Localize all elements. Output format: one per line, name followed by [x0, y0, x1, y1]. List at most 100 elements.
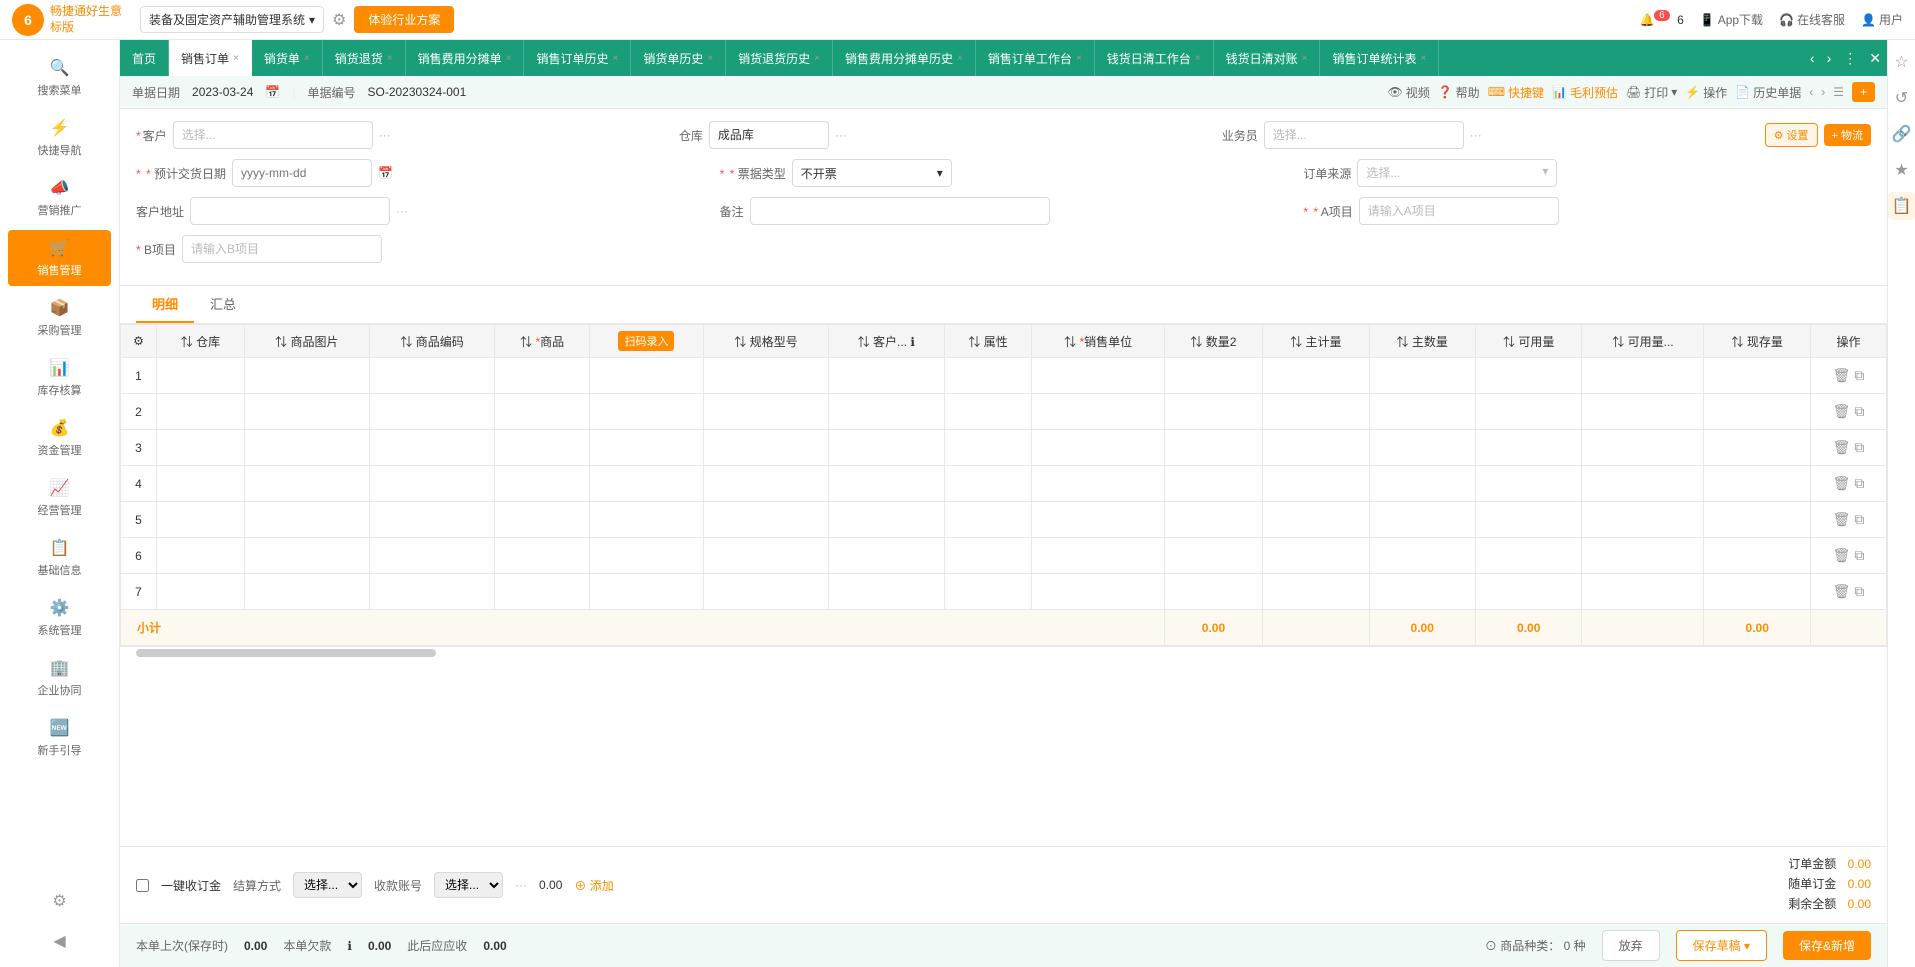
copy-icon[interactable]: ⧉ — [1854, 511, 1864, 528]
close-icon[interactable]: × — [304, 53, 310, 64]
online-service-btn[interactable]: 🎧 在线客服 — [1779, 11, 1845, 28]
customer-addr-input[interactable] — [190, 197, 390, 225]
right-panel-icon-4[interactable]: ★ — [1890, 156, 1912, 184]
tab-detail[interactable]: 明细 — [136, 286, 194, 323]
warehouse-more-icon[interactable]: ··· — [835, 128, 847, 142]
settlement-select[interactable]: 选择... — [293, 872, 362, 898]
salesman-input[interactable]: 选择... — [1264, 121, 1464, 149]
sidebar-item-nav[interactable]: ⚡ 快捷导航 — [8, 110, 111, 166]
remark-input[interactable] — [750, 197, 1050, 225]
sidebar-item-enterprise[interactable]: 🏢 企业协同 — [8, 650, 111, 706]
abandon-button[interactable]: 放弃 — [1602, 930, 1660, 961]
account-select[interactable]: 选择... — [434, 872, 503, 898]
sidebar-item-sales[interactable]: 🛒 销售管理 — [8, 230, 111, 286]
notification-area[interactable]: 🔔 6 6 — [1640, 13, 1684, 27]
customer-more-icon[interactable]: ··· — [379, 128, 391, 142]
operations-btn[interactable]: ⚡ 操作 — [1685, 84, 1727, 101]
preview-btn[interactable]: 👁 视频 — [1387, 84, 1429, 101]
addr-more-icon[interactable]: ··· — [396, 204, 408, 218]
copy-icon[interactable]: ⧉ — [1854, 547, 1864, 564]
print-btn[interactable]: 🖨 打印 ▾ — [1626, 84, 1677, 101]
copy-icon[interactable]: ⧉ — [1854, 583, 1864, 600]
profit-btn[interactable]: 📊 毛利预估 — [1552, 84, 1618, 101]
list-view-btn[interactable]: ☰ — [1833, 85, 1844, 99]
nav-next-arrow[interactable]: › — [1821, 50, 1838, 66]
nav-prev-btn[interactable]: ‹ — [1809, 85, 1813, 99]
save-new-button[interactable]: 保存&新增 — [1783, 931, 1871, 960]
add-payment-btn[interactable]: ⊕ 添加 — [574, 877, 613, 894]
salesman-more-icon[interactable]: ··· — [1470, 128, 1482, 142]
invoice-type-input[interactable]: 不开票 ▾ — [792, 159, 952, 187]
app-download-btn[interactable]: 📱 App下载 — [1700, 11, 1763, 28]
nav-next-btn[interactable]: › — [1821, 85, 1825, 99]
scan-button[interactable]: 扫码录入 — [618, 331, 674, 351]
system-name[interactable]: 装备及固定资产辅助管理系统 ▾ — [140, 6, 324, 33]
tab-sales-order-history[interactable]: 销售订单历史 × — [524, 40, 631, 76]
history-bill-btn[interactable]: 📄 历史单据 — [1735, 84, 1801, 101]
th-gear[interactable]: ⚙ — [121, 325, 157, 358]
industry-solution-button[interactable]: 体验行业方案 — [354, 6, 454, 33]
settings-icon[interactable]: ⚙ — [332, 10, 346, 30]
close-icon[interactable]: × — [506, 53, 512, 64]
shortcut-btn[interactable]: ⌨ 快捷键 — [1488, 84, 1544, 101]
close-icon[interactable]: × — [1420, 53, 1426, 64]
close-icon[interactable]: × — [814, 53, 820, 64]
sidebar-item-baseinfo[interactable]: 📋 基础信息 — [8, 530, 111, 586]
delete-icon[interactable]: 🗑 — [1833, 403, 1851, 420]
sidebar-item-purchase[interactable]: 📦 采购管理 — [8, 290, 111, 346]
delete-icon[interactable]: 🗑 — [1833, 511, 1851, 528]
sidebar-item-finance[interactable]: 💰 资金管理 — [8, 410, 111, 466]
b-project-input[interactable]: 请输入B项目 — [182, 235, 382, 263]
sidebar-item-inventory[interactable]: 📊 库存核算 — [8, 350, 111, 406]
delete-icon[interactable]: 🗑 — [1833, 583, 1851, 600]
sidebar-item-system[interactable]: ⚙️ 系统管理 — [8, 590, 111, 646]
nav-close-all[interactable]: ✕ — [1863, 50, 1887, 67]
tab-summary[interactable]: 汇总 — [194, 286, 252, 323]
sidebar-collapse-btn[interactable]: ◀ — [0, 923, 119, 959]
tab-sales-bill[interactable]: 销货单 × — [252, 40, 323, 76]
delivery-date-input[interactable] — [232, 159, 372, 187]
save-draft-button[interactable]: 保存草稿 ▾ — [1676, 930, 1767, 961]
warehouse-input[interactable]: 成品库 — [709, 121, 829, 149]
dots-icon[interactable]: ··· — [515, 878, 527, 892]
tab-sales-expense-split[interactable]: 销售费用分摊单 × — [406, 40, 525, 76]
sidebar-item-operations[interactable]: 📈 经营管理 — [8, 470, 111, 526]
tab-cash-daily-workbench[interactable]: 钱货日清工作台 × — [1095, 40, 1214, 76]
copy-icon[interactable]: ⧉ — [1854, 367, 1864, 384]
delete-icon[interactable]: 🗑 — [1833, 367, 1851, 384]
copy-icon[interactable]: ⧉ — [1854, 439, 1864, 456]
settings-btn[interactable]: ⚙ 设置 — [1765, 123, 1818, 147]
a-project-input[interactable]: 请输入A项目 — [1359, 197, 1559, 225]
one-click-checkbox[interactable] — [136, 879, 149, 892]
sidebar-item-guide[interactable]: 🆕 新手引导 — [8, 710, 111, 766]
nav-more-arrow[interactable]: ⋮ — [1837, 50, 1863, 67]
tab-sales-order-workbench[interactable]: 销售订单工作台 × — [976, 40, 1095, 76]
calendar-icon[interactable]: 📅 — [265, 85, 280, 99]
tab-sales-order[interactable]: 销售订单 × — [169, 40, 252, 76]
right-panel-icon-1[interactable]: ☆ — [1890, 48, 1912, 76]
close-icon[interactable]: × — [233, 53, 239, 64]
tab-sales-return-history[interactable]: 销货退货历史 × — [726, 40, 833, 76]
close-icon[interactable]: × — [612, 53, 618, 64]
tab-cash-daily-reconcile[interactable]: 钱货日清对账 × — [1214, 40, 1321, 76]
copy-icon[interactable]: ⧉ — [1854, 475, 1864, 492]
th-scan[interactable]: 扫码录入 — [590, 325, 704, 358]
delete-icon[interactable]: 🗑 — [1833, 439, 1851, 456]
tab-sales-stats[interactable]: 销售订单统计表 × — [1320, 40, 1439, 76]
close-icon[interactable]: × — [387, 53, 393, 64]
close-icon[interactable]: × — [1076, 53, 1082, 64]
calendar-icon[interactable]: 📅 — [378, 166, 393, 180]
right-panel-icon-2[interactable]: ↺ — [1891, 84, 1912, 112]
right-panel-icon-5[interactable]: 📋 — [1888, 192, 1915, 220]
tab-sales-expense-history[interactable]: 销售费用分摊单历史 × — [833, 40, 976, 76]
right-panel-icon-3[interactable]: 🔗 — [1888, 120, 1915, 148]
close-icon[interactable]: × — [707, 53, 713, 64]
copy-icon[interactable]: ⧉ — [1854, 403, 1864, 420]
nav-prev-arrow[interactable]: ‹ — [1804, 50, 1821, 66]
tab-sales-return[interactable]: 销货退货 × — [323, 40, 406, 76]
user-avatar[interactable]: 👤 用户 — [1861, 11, 1903, 28]
close-icon[interactable]: × — [1195, 53, 1201, 64]
delete-icon[interactable]: 🗑 — [1833, 547, 1851, 564]
sidebar-settings-btn[interactable]: ⚙ — [0, 883, 119, 919]
order-source-input[interactable]: 选择... ▾ — [1357, 159, 1557, 187]
